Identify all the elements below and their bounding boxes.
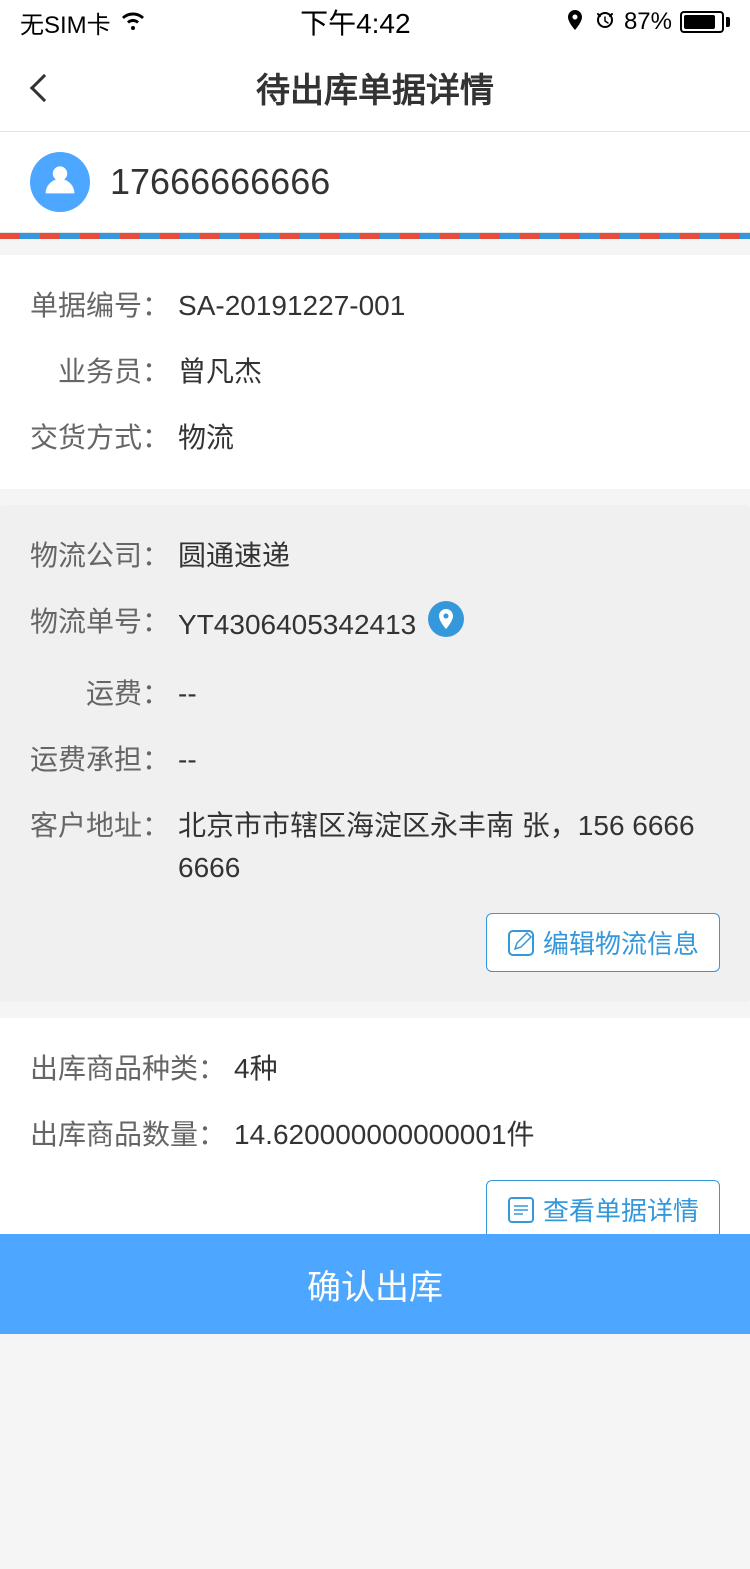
freight-value: -- [178, 673, 720, 715]
freight-bear-label: 运费承担： [30, 739, 170, 781]
tracking-value: YT43064053424​13 [178, 601, 720, 649]
goods-quantity-row: 出库商品数量： 14.620000000000001件 [30, 1114, 720, 1156]
battery-icon [680, 11, 730, 33]
page-title: 待出库单据详情 [256, 63, 494, 112]
tracking-number: YT43064053424​13 [178, 604, 416, 646]
nav-bar: 待出库单据详情 [0, 44, 750, 132]
customer-phone: 17666666666 [110, 161, 330, 203]
delivery-value: 物流 [178, 417, 720, 459]
avatar [30, 152, 90, 212]
freight-row: 运费： -- [30, 673, 720, 715]
edit-icon [507, 929, 535, 957]
goods-quantity-label: 出库商品数量： [30, 1114, 226, 1156]
document-icon [507, 1196, 535, 1224]
battery-percentage: 87% [624, 8, 672, 36]
dashed-divider [0, 233, 750, 239]
location-active-icon [564, 8, 586, 37]
confirm-label: 确认出库 [307, 1260, 443, 1309]
edit-logistics-label: 编辑物流信息 [543, 924, 699, 961]
salesman-value: 曾凡杰 [178, 351, 720, 393]
status-left: 无SIM卡 [20, 5, 147, 40]
view-details-label: 查看单据详情 [543, 1191, 699, 1228]
goods-quantity-value: 14.620000000000001件 [234, 1114, 720, 1156]
delivery-label: 交货方式： [30, 417, 170, 459]
back-button[interactable] [24, 68, 64, 108]
status-bar: 无SIM卡 下午4:42 [0, 0, 750, 44]
wifi-icon [119, 8, 147, 36]
location-pin-icon[interactable] [428, 601, 464, 649]
user-icon [42, 161, 78, 204]
company-label: 物流公司： [30, 535, 170, 577]
company-row: 物流公司： 圆通速递 [30, 535, 720, 577]
goods-type-row: 出库商品种类： 4种 [30, 1048, 720, 1090]
tracking-label: 物流单号： [30, 601, 170, 643]
confirm-button[interactable]: 确认出库 [0, 1234, 750, 1334]
freight-bear-row: 运费承担： -- [30, 739, 720, 781]
company-value: 圆通速递 [178, 535, 720, 577]
order-info-section: 单据编号： SA-20191227-001 业务员： 曾凡杰 交货方式： 物流 [0, 255, 750, 489]
tracking-row: 物流单号： YT43064053424​13 [30, 601, 720, 649]
alarm-icon [594, 8, 616, 37]
salesman-label: 业务员： [30, 351, 170, 393]
goods-section: 出库商品种类： 4种 出库商品数量： 14.620000000000001件 查… [0, 1018, 750, 1269]
order-no-row: 单据编号： SA-20191227-001 [30, 285, 720, 327]
edit-logistics-button[interactable]: 编辑物流信息 [486, 913, 720, 972]
salesman-row: 业务员： 曾凡杰 [30, 351, 720, 393]
customer-header: 17666666666 [0, 132, 750, 233]
carrier-text: 无SIM卡 [20, 5, 111, 40]
order-no-label: 单据编号： [30, 285, 170, 327]
delivery-row: 交货方式： 物流 [30, 417, 720, 459]
edit-logistics-container: 编辑物流信息 [30, 913, 720, 972]
address-row: 客户地址： 北京市市辖区海淀区永丰南 张，156 6666 6666 [30, 805, 720, 889]
order-no-value: SA-20191227-001 [178, 285, 720, 327]
status-right: 87% [564, 8, 730, 37]
freight-bear-value: -- [178, 739, 720, 781]
freight-label: 运费： [30, 673, 170, 715]
back-arrow-icon [30, 73, 58, 101]
goods-type-label: 出库商品种类： [30, 1048, 226, 1090]
logistics-section: 物流公司： 圆通速递 物流单号： YT43064053424​13 运费： --… [0, 505, 750, 1002]
goods-type-value: 4种 [234, 1048, 720, 1090]
view-details-container: 查看单据详情 [30, 1180, 720, 1239]
view-details-button[interactable]: 查看单据详情 [486, 1180, 720, 1239]
address-value: 北京市市辖区海淀区永丰南 张，156 6666 6666 [178, 805, 720, 889]
status-time: 下午4:42 [300, 2, 411, 42]
address-label: 客户地址： [30, 805, 170, 847]
